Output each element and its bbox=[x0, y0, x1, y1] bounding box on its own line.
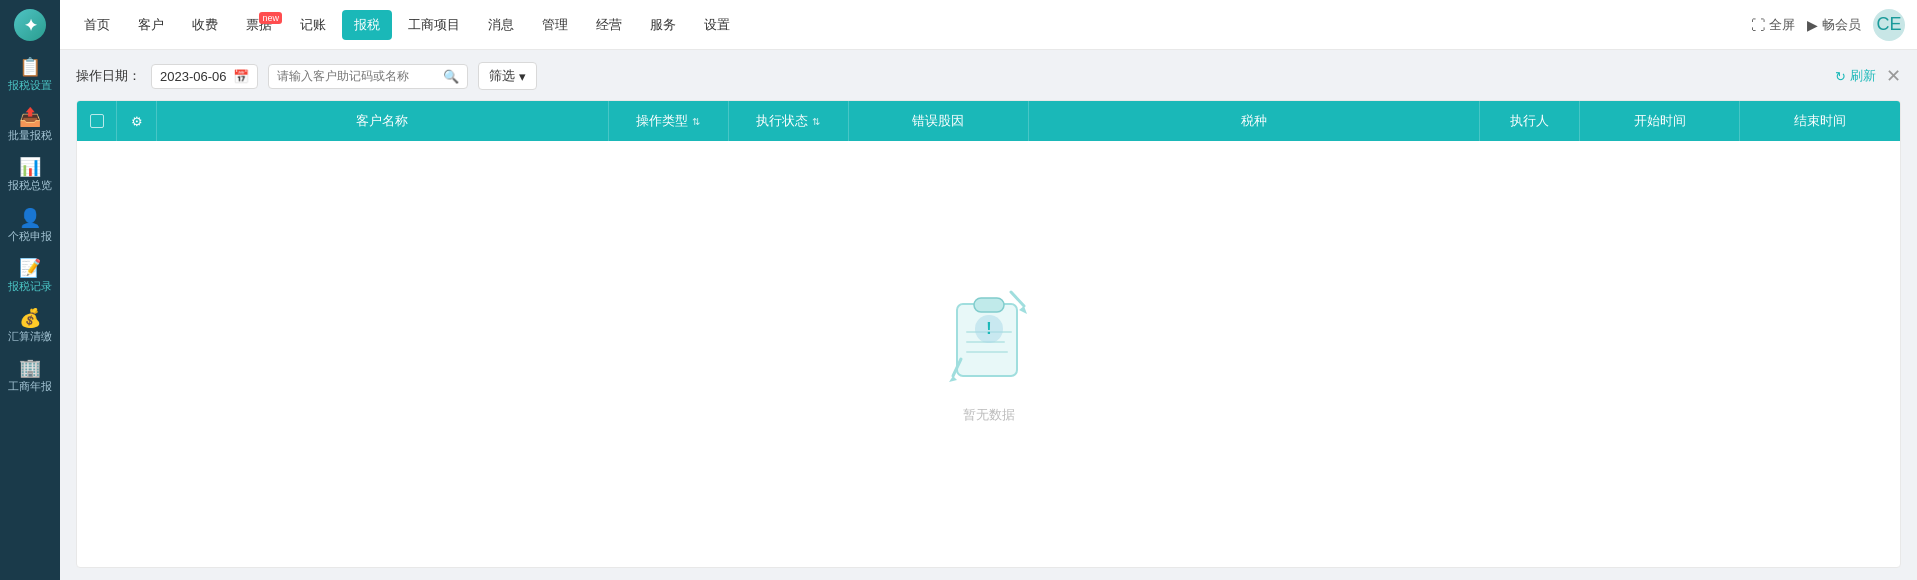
date-label: 操作日期： bbox=[76, 67, 141, 85]
piliang-baoshui-label: 批量报税 bbox=[8, 129, 52, 142]
th-checkbox[interactable] bbox=[77, 101, 117, 141]
search-box[interactable]: 🔍 bbox=[268, 64, 468, 89]
member-btn[interactable]: ▶ 畅会员 bbox=[1807, 16, 1861, 34]
geshui-shenbao-icon: 👤 bbox=[19, 209, 41, 227]
fullscreen-btn[interactable]: ⛶ 全屏 bbox=[1751, 16, 1795, 34]
table-header: ⚙ 客户名称 操作类型 ⇅ 执行状态 ⇅ 错误股因 税种 bbox=[77, 101, 1900, 141]
th-starttime: 开始时间 bbox=[1580, 101, 1740, 141]
sidebar-item-geshui-shenbao[interactable]: 👤 个税申报 bbox=[0, 201, 60, 251]
sidebar-item-baoshui-zonglang[interactable]: 📊 报税总览 bbox=[0, 150, 60, 200]
chevron-down-icon: ▾ bbox=[519, 69, 526, 84]
gongshang-nianbao-label: 工商年报 bbox=[8, 380, 52, 393]
toolbar: 操作日期： 2023-06-06 📅 🔍 筛选 ▾ ↻ 刷新 ✕ bbox=[76, 62, 1901, 90]
empty-text: 暂无数据 bbox=[963, 406, 1015, 424]
baoshui-jilu-label: 报税记录 bbox=[8, 280, 52, 293]
baoshui-zonglang-icon: 📊 bbox=[19, 158, 41, 176]
th-executor: 执行人 bbox=[1480, 101, 1580, 141]
refresh-icon: ↻ bbox=[1835, 69, 1846, 84]
endtime-label: 结束时间 bbox=[1794, 112, 1846, 130]
filter-label: 筛选 bbox=[489, 67, 515, 85]
optype-sort-icon: ⇅ bbox=[692, 116, 700, 127]
nav-gongshang-xiangmu[interactable]: 工商项目 bbox=[396, 10, 472, 40]
svg-marker-10 bbox=[949, 376, 957, 382]
th-tax: 税种 bbox=[1029, 101, 1481, 141]
sidebar-item-baoshui-jilu[interactable]: 📝 报税记录 bbox=[0, 251, 60, 301]
content: 操作日期： 2023-06-06 📅 🔍 筛选 ▾ ↻ 刷新 ✕ bbox=[60, 50, 1917, 580]
baoshui-shezhi-label: 报税设置 bbox=[8, 79, 52, 92]
geshui-shenbao-label: 个税申报 bbox=[8, 230, 52, 243]
nav-piaoju[interactable]: 票据 new bbox=[234, 10, 284, 40]
nav-shoufei[interactable]: 收费 bbox=[180, 10, 230, 40]
refresh-button[interactable]: ↻ 刷新 bbox=[1835, 67, 1876, 85]
svg-marker-1 bbox=[1019, 306, 1027, 314]
svg-rect-3 bbox=[974, 298, 1004, 312]
nav-shoye[interactable]: 首页 bbox=[72, 10, 122, 40]
sidebar: ✦ 📋 报税设置 📤 批量报税 📊 报税总览 👤 个税申报 📝 报税记录 💰 汇… bbox=[0, 0, 60, 580]
table-container: ⚙ 客户名称 操作类型 ⇅ 执行状态 ⇅ 错误股因 税种 bbox=[76, 100, 1901, 568]
nav-jizhang[interactable]: 记账 bbox=[288, 10, 338, 40]
huisuan-jiaona-label: 汇算清缴 bbox=[8, 330, 52, 343]
piliang-baoshui-icon: 📤 bbox=[19, 108, 41, 126]
empty-illustration: ! bbox=[939, 284, 1039, 394]
close-button[interactable]: ✕ bbox=[1886, 67, 1901, 85]
nav-jingying[interactable]: 经营 bbox=[584, 10, 634, 40]
baoshui-shezhi-icon: 📋 bbox=[19, 58, 41, 76]
th-endtime: 结束时间 bbox=[1740, 101, 1900, 141]
nav-xiaoxi[interactable]: 消息 bbox=[476, 10, 526, 40]
sidebar-item-huisuan-jiaona[interactable]: 💰 汇算清缴 bbox=[0, 301, 60, 351]
tax-label: 税种 bbox=[1241, 112, 1267, 130]
topnav: 首页 客户 收费 票据 new 记账 报税 工商项目 消息 管理 经营 服务 设… bbox=[60, 0, 1917, 50]
th-optype[interactable]: 操作类型 ⇅ bbox=[609, 101, 729, 141]
baoshui-zonglang-label: 报税总览 bbox=[8, 179, 52, 192]
logo-icon: ✦ bbox=[14, 9, 46, 41]
th-status[interactable]: 执行状态 ⇅ bbox=[729, 101, 849, 141]
settings-icon: ⚙ bbox=[131, 114, 143, 129]
new-badge: new bbox=[259, 12, 282, 25]
customer-label: 客户名称 bbox=[356, 112, 408, 130]
date-value: 2023-06-06 bbox=[160, 69, 227, 84]
nav-kehu[interactable]: 客户 bbox=[126, 10, 176, 40]
th-settings[interactable]: ⚙ bbox=[117, 101, 157, 141]
search-input[interactable] bbox=[277, 69, 439, 83]
baoshui-jilu-icon: 📝 bbox=[19, 259, 41, 277]
status-label: 执行状态 bbox=[756, 112, 808, 130]
date-input[interactable]: 2023-06-06 📅 bbox=[151, 64, 258, 89]
nav-guanli[interactable]: 管理 bbox=[530, 10, 580, 40]
status-sort-icon: ⇅ bbox=[812, 116, 820, 127]
empty-state: ! 暂无数据 bbox=[77, 141, 1900, 567]
executor-label: 执行人 bbox=[1510, 112, 1549, 130]
refresh-label: 刷新 bbox=[1850, 67, 1876, 85]
optype-label: 操作类型 bbox=[636, 112, 688, 130]
calendar-icon: 📅 bbox=[233, 69, 249, 84]
video-icon: ▶ bbox=[1807, 17, 1818, 33]
nav-fuwu[interactable]: 服务 bbox=[638, 10, 688, 40]
svg-text:!: ! bbox=[986, 320, 991, 337]
table-body: ! 暂无数据 bbox=[77, 141, 1900, 567]
th-customer: 客户名称 bbox=[157, 101, 609, 141]
starttime-label: 开始时间 bbox=[1634, 112, 1686, 130]
topnav-items: 首页 客户 收费 票据 new 记账 报税 工商项目 消息 管理 经营 服务 设… bbox=[72, 10, 1751, 40]
fullscreen-icon: ⛶ bbox=[1751, 17, 1765, 33]
member-label: 畅会员 bbox=[1822, 16, 1861, 34]
filter-button[interactable]: 筛选 ▾ bbox=[478, 62, 537, 90]
nav-baoshui[interactable]: 报税 bbox=[342, 10, 392, 40]
sidebar-logo: ✦ bbox=[0, 0, 60, 50]
error-label: 错误股因 bbox=[912, 112, 964, 130]
select-all-checkbox[interactable] bbox=[90, 114, 104, 128]
main-area: 首页 客户 收费 票据 new 记账 报税 工商项目 消息 管理 经营 服务 设… bbox=[60, 0, 1917, 580]
nav-shezhi[interactable]: 设置 bbox=[692, 10, 742, 40]
topnav-right: ⛶ 全屏 ▶ 畅会员 CE bbox=[1751, 9, 1905, 41]
search-icon[interactable]: 🔍 bbox=[443, 69, 459, 84]
sidebar-item-gongshang-nianbao[interactable]: 🏢 工商年报 bbox=[0, 351, 60, 401]
sidebar-item-baoshui-shezhi[interactable]: 📋 报税设置 bbox=[0, 50, 60, 100]
th-error: 错误股因 bbox=[849, 101, 1029, 141]
user-avatar[interactable]: CE bbox=[1873, 9, 1905, 41]
sidebar-item-piliang-baoshui[interactable]: 📤 批量报税 bbox=[0, 100, 60, 150]
gongshang-nianbao-icon: 🏢 bbox=[19, 359, 41, 377]
fullscreen-label: 全屏 bbox=[1769, 16, 1795, 34]
huisuan-jiaona-icon: 💰 bbox=[19, 309, 41, 327]
